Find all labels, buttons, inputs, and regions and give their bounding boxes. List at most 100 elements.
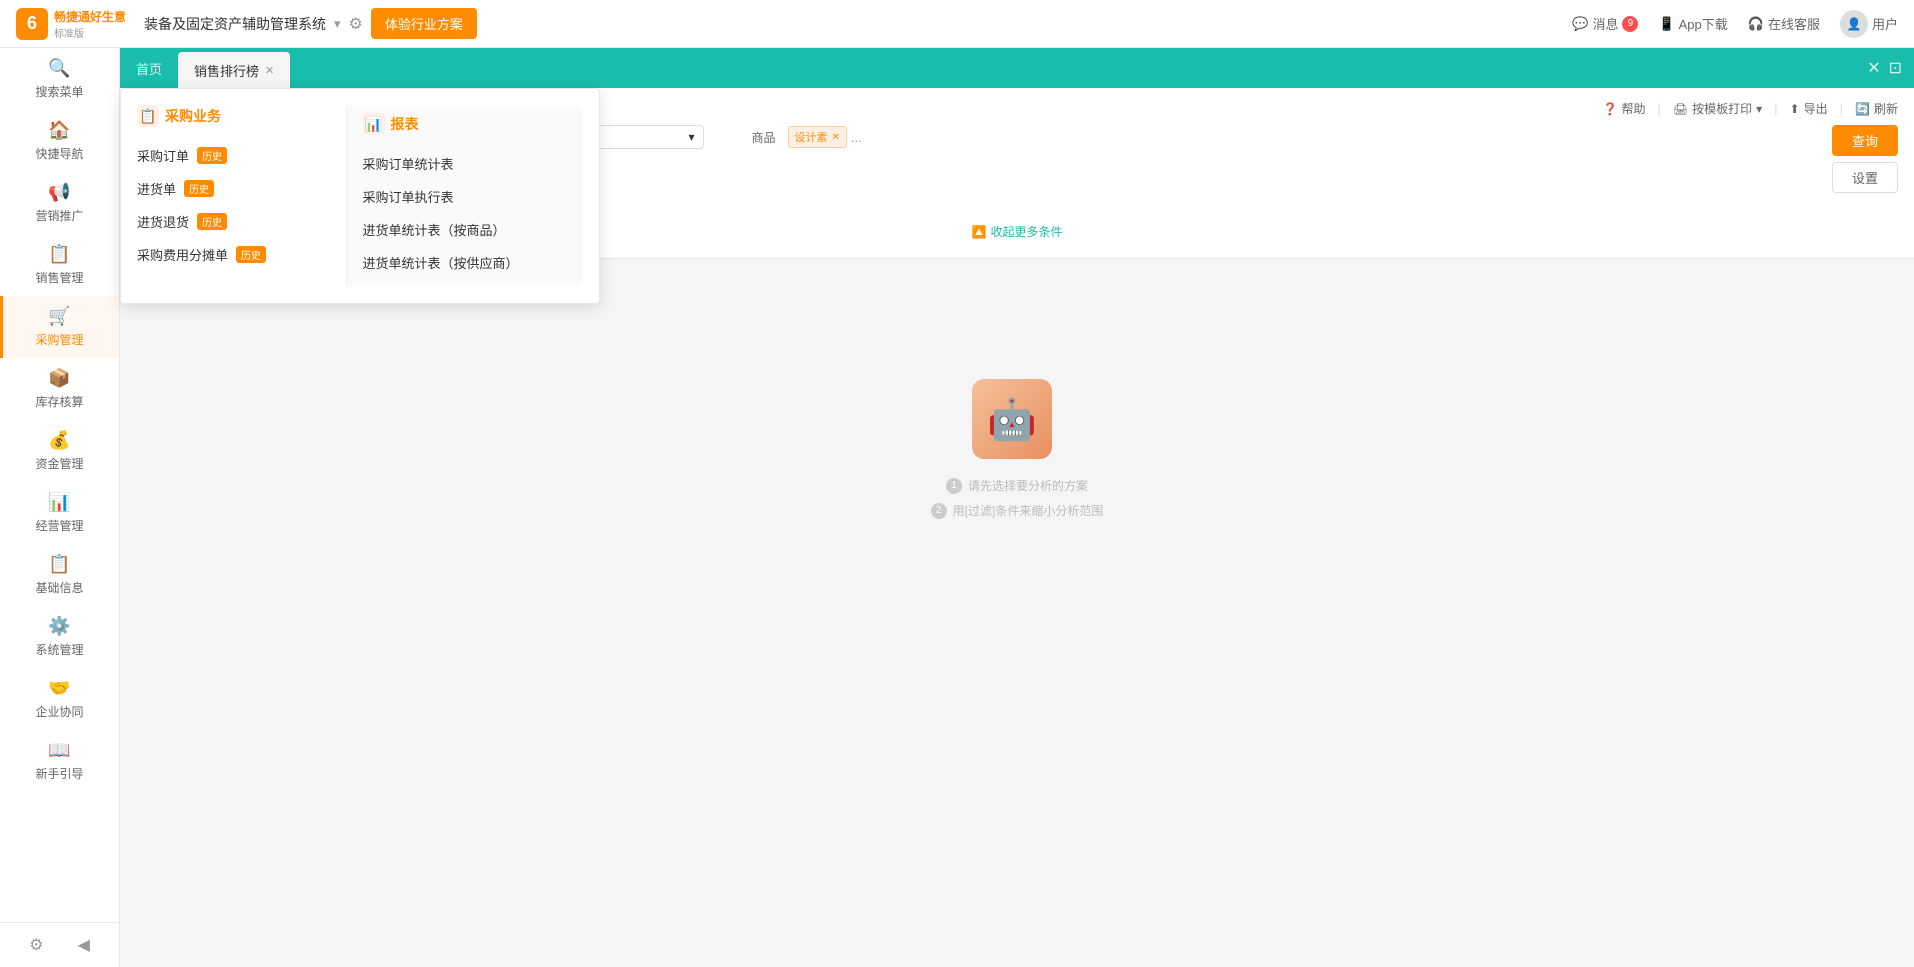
notification-badge: 9 xyxy=(1622,16,1638,32)
sidebar-item-enterprise[interactable]: 🤝 企业协同 xyxy=(0,668,119,730)
history-badge-1: 历史 xyxy=(184,180,214,197)
chevron-down-icon: ▾ xyxy=(688,130,694,144)
sidebar-item-inventory[interactable]: 📦 库存核算 xyxy=(0,358,119,420)
app-download-action[interactable]: 📱 App下载 xyxy=(1658,14,1727,33)
avatar: 👤 xyxy=(1840,10,1868,38)
print-btn[interactable]: 🖨 按模板打印 ▾ xyxy=(1673,100,1762,117)
sidebar-item-sales-mgmt[interactable]: 📋 销售管理 xyxy=(0,234,119,296)
tab-bar: 首页 销售排行榜 ✕ ✕ ⊡ xyxy=(120,48,1914,88)
dropdown-item-po-execution[interactable]: 采购订单执行表 xyxy=(363,180,572,213)
cart-icon: 🛒 xyxy=(48,306,70,327)
dropdown-item-inbound[interactable]: 进货单 历史 xyxy=(137,172,346,205)
phone-icon: 📱 xyxy=(1658,16,1674,32)
dropdown-col-purchase: 📋 采购业务 采购订单 历史 进货单 历史 进货退货 历史 采购费用分摊单 历史 xyxy=(137,105,346,287)
goods-tag-close[interactable]: ✕ xyxy=(832,132,840,143)
home-icon: 🏠 xyxy=(48,120,70,141)
dropdown-col-reports-header: 📊 报表 xyxy=(363,113,572,135)
sidebar-collapse-btn[interactable]: ◀ xyxy=(78,935,90,955)
logo-area: 6 畅捷通好生意 标准版 xyxy=(16,8,136,40)
headset-icon: 🎧 xyxy=(1748,16,1764,32)
empty-illustration: 🤖 xyxy=(972,379,1062,469)
sidebar-item-basic-info[interactable]: 📋 基础信息 xyxy=(0,544,119,606)
sidebar-item-guide[interactable]: 📖 新手引导 xyxy=(0,730,119,792)
filter-settings-button[interactable]: 设置 xyxy=(1832,162,1898,193)
empty-state: 🤖 1 请先选择要分析的方案 2 用[过滤]条件来缩小分析范围 xyxy=(120,379,1914,519)
sidebar-item-system-mgmt[interactable]: ⚙️ 系统管理 xyxy=(0,606,119,668)
query-button[interactable]: 查询 xyxy=(1832,125,1898,156)
user-action[interactable]: 👤 用户 xyxy=(1840,10,1898,38)
export-btn[interactable]: ⬆ 导出 xyxy=(1790,100,1828,117)
settings-icon[interactable]: ⚙ xyxy=(349,14,363,34)
dropdown-arrow-icon[interactable]: ▾ xyxy=(334,16,341,32)
box-icon: 📦 xyxy=(48,368,70,389)
megaphone-icon: 📢 xyxy=(48,182,70,203)
refresh-icon: 🔄 xyxy=(1855,102,1870,116)
sidebar-item-search-menu[interactable]: 🔍 搜索菜单 xyxy=(0,48,119,110)
tab-home[interactable]: 首页 xyxy=(120,48,178,88)
collapse-icon: 🔼 xyxy=(972,225,987,239)
dropdown-item-po-stats[interactable]: 采购订单统计表 xyxy=(363,147,572,180)
header-right: 💬 消息 9 📱 App下载 🎧 在线客服 👤 用户 xyxy=(1572,10,1898,38)
sidebar-item-purchase-mgmt[interactable]: 🛒 采购管理 xyxy=(0,296,119,358)
toolbar-divider-1: | xyxy=(1658,101,1661,116)
sidebar-bottom: ⚙ ◀ xyxy=(0,922,119,967)
goods-label: 商品 xyxy=(716,129,776,146)
history-badge-2: 历史 xyxy=(197,213,227,230)
sidebar-item-quick-nav[interactable]: 🏠 快捷导航 xyxy=(0,110,119,172)
sidebar-settings-btn[interactable]: ⚙ xyxy=(29,935,43,955)
goods-more-dots[interactable]: ... xyxy=(851,130,862,145)
logo-text: 畅捷通好生意 标准版 xyxy=(54,8,126,40)
status-select[interactable]: ▾ xyxy=(584,125,704,149)
print-dropdown-icon: ▾ xyxy=(1756,102,1762,116)
dropdown-menu: 📋 采购业务 采购订单 历史 进货单 历史 进货退货 历史 采购费用分摊单 历史 xyxy=(120,88,600,304)
tab-close-icon[interactable]: ✕ xyxy=(265,64,274,77)
tab-right-buttons: ✕ ⊡ xyxy=(1867,58,1914,78)
money-icon: 💰 xyxy=(48,430,70,451)
top-header: 6 畅捷通好生意 标准版 装备及固定资产辅助管理系统 ▾ ⚙ 体验行业方案 💬 … xyxy=(0,0,1914,48)
book-icon: 📖 xyxy=(48,740,70,761)
refresh-btn[interactable]: 🔄 刷新 xyxy=(1855,100,1898,117)
dropdown-item-inbound-stats-goods[interactable]: 进货单统计表（按商品） xyxy=(363,213,572,246)
notification-action[interactable]: 💬 消息 9 xyxy=(1572,14,1638,33)
export-icon: ⬆ xyxy=(1790,102,1800,116)
tab-close-window-icon[interactable]: ✕ xyxy=(1867,58,1880,78)
handshake-icon: 🤝 xyxy=(48,678,70,699)
dropdown-item-purchase-order[interactable]: 采购订单 历史 xyxy=(137,139,346,172)
dropdown-columns: 📋 采购业务 采购订单 历史 进货单 历史 进货退货 历史 采购费用分摊单 历史 xyxy=(137,105,583,287)
filter-actions: 查询 设置 xyxy=(1832,125,1898,193)
clipboard-icon: 📋 xyxy=(48,244,70,265)
tab-sales-rank[interactable]: 销售排行榜 ✕ xyxy=(178,52,290,88)
toolbar-divider-3: | xyxy=(1840,101,1843,116)
sidebar-item-finance[interactable]: 💰 资金管理 xyxy=(0,420,119,482)
dropdown-item-purchase-expense[interactable]: 采购费用分摊单 历史 xyxy=(137,238,346,271)
sidebar-item-operations[interactable]: 📊 经营管理 xyxy=(0,482,119,544)
empty-robot-icon: 🤖 xyxy=(972,379,1052,459)
history-badge-3: 历史 xyxy=(236,246,266,263)
dropdown-col-reports: 📊 报表 采购订单统计表 采购订单执行表 进货单统计表（按商品） 进货单统计表（… xyxy=(346,105,584,287)
purchase-header-icon: 📋 xyxy=(137,105,159,127)
search-icon: 🔍 xyxy=(48,58,70,79)
reports-header-icon: 📊 xyxy=(363,113,385,135)
system-title: 装备及固定资产辅助管理系统 xyxy=(144,14,326,34)
dropdown-col-purchase-header: 📋 采购业务 xyxy=(137,105,346,127)
print-icon: 🖨 xyxy=(1673,102,1688,116)
empty-hint-2: 2 用[过滤]条件来缩小分析范围 xyxy=(931,502,1104,519)
message-icon: 💬 xyxy=(1572,16,1588,32)
list-icon: 📋 xyxy=(48,554,70,575)
experience-button[interactable]: 体验行业方案 xyxy=(371,8,477,39)
help-btn[interactable]: ❓ 帮助 xyxy=(1603,100,1646,117)
chart-icon: 📊 xyxy=(48,492,70,513)
goods-tag: 设计素 ✕ xyxy=(788,126,847,148)
logo-icon: 6 xyxy=(16,8,48,40)
tab-maximize-icon[interactable]: ⊡ xyxy=(1889,58,1902,78)
hint-num-2: 2 xyxy=(931,503,947,519)
online-service-action[interactable]: 🎧 在线客服 xyxy=(1748,14,1820,33)
dropdown-item-inbound-stats-supplier[interactable]: 进货单统计表（按供应商） xyxy=(363,246,572,279)
empty-hint-1: 1 请先选择要分析的方案 xyxy=(946,477,1088,494)
history-badge-0: 历史 xyxy=(197,147,227,164)
header-system: 装备及固定资产辅助管理系统 ▾ ⚙ 体验行业方案 xyxy=(144,8,1572,39)
help-icon: ❓ xyxy=(1603,102,1618,116)
sidebar-item-marketing[interactable]: 📢 营销推广 xyxy=(0,172,119,234)
goods-filter: 设计素 ✕ ... xyxy=(788,126,862,148)
dropdown-item-inbound-return[interactable]: 进货退货 历史 xyxy=(137,205,346,238)
